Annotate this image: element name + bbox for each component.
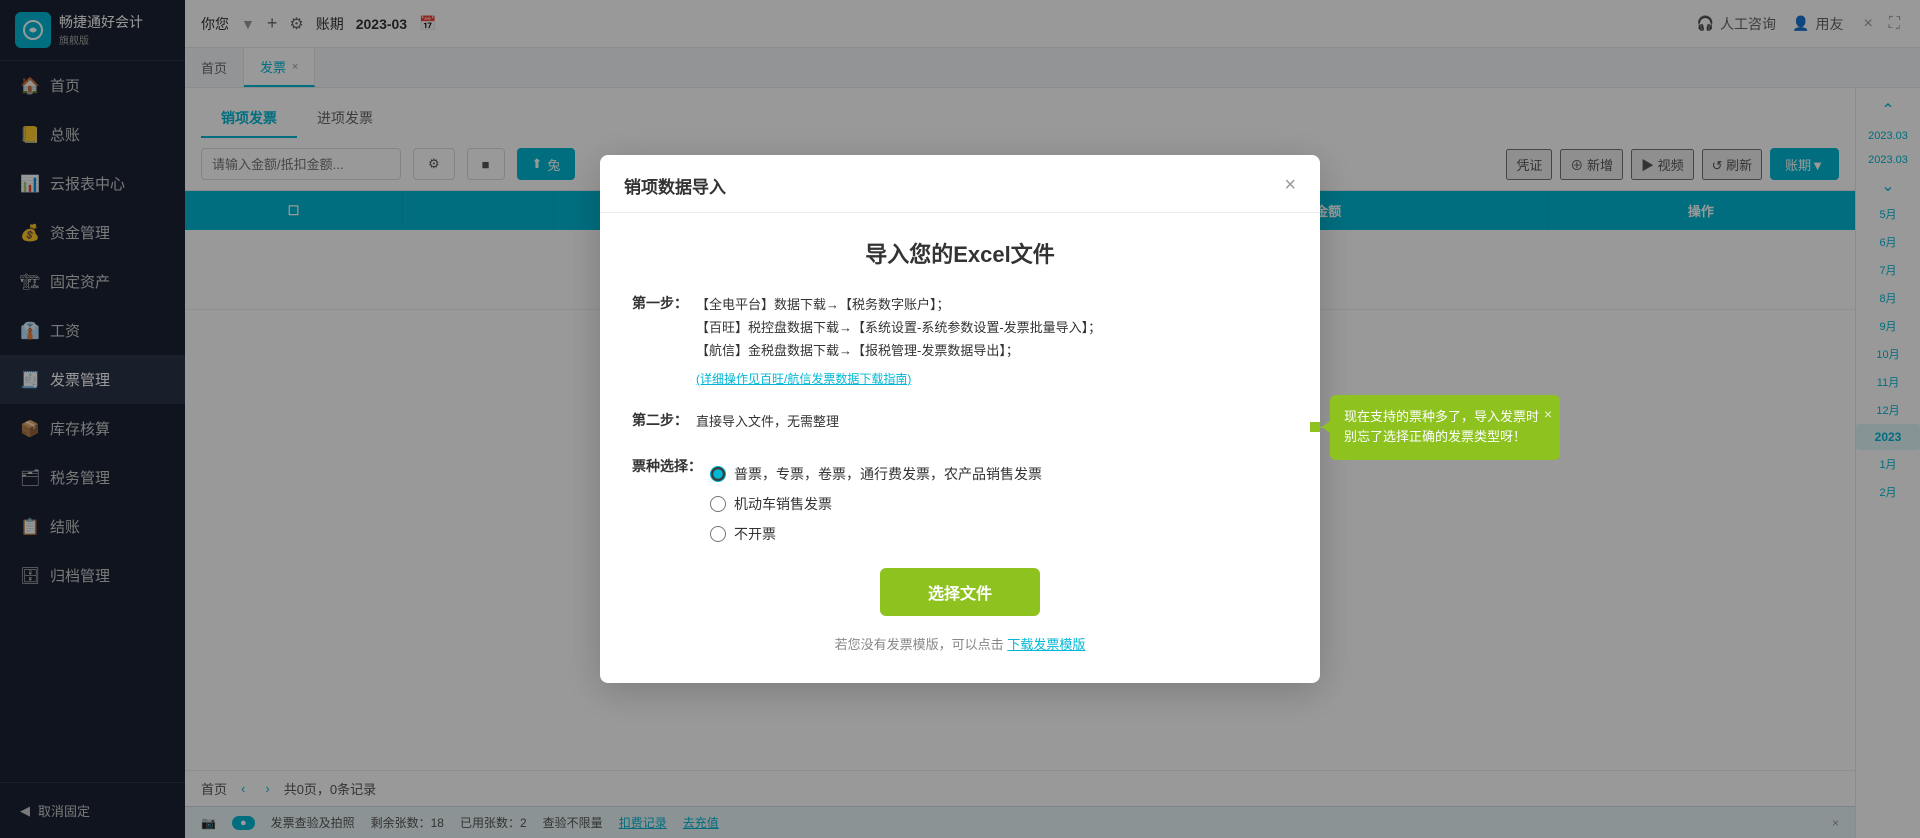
step1-item-2: 【百旺】税控盘数据下载→【系统设置-系统参数设置-发票批量导入】； (696, 316, 1101, 339)
select-file-button[interactable]: 选择文件 (880, 568, 1040, 616)
modal-header: 销项数据导入 × (600, 155, 1320, 213)
step1-label: 第一步： (632, 293, 688, 385)
step2-content: 直接导入文件，无需整理 (696, 410, 839, 436)
modal-close-btn[interactable]: × (1284, 175, 1296, 195)
footer-note-text: 若您没有发票模版，可以点击 (835, 637, 1004, 652)
step2-section: 第二步： 直接导入文件，无需整理 (632, 410, 1288, 436)
ticket-label-1: 普票，专票，卷票，通行费发票，农产品销售发票 (734, 464, 1042, 484)
ticket-option-3[interactable]: 不开票 (710, 524, 1042, 544)
step1-section: 第一步： 【全电平台】数据下载→【税务数字账户】； 【百旺】税控盘数据下载→【系… (632, 293, 1288, 391)
step1-guide-link[interactable]: (详细操作见百旺/航信发票数据下载指南) (696, 372, 911, 386)
step1-item-3: 【航信】金税盘数据下载→【报税管理-发票数据导出】； (696, 339, 1101, 362)
ticket-selection: 票种选择： 普票，专票，卷票，通行费发票，农产品销售发票 机动车销售发票 (632, 456, 1288, 544)
modal-title: 销项数据导入 (624, 173, 726, 198)
tooltip-close-btn[interactable]: × (1544, 403, 1552, 425)
ticket-radio-2[interactable] (710, 496, 726, 512)
ticket-label-3: 不开票 (734, 524, 776, 544)
step1-item-1: 【全电平台】数据下载→【税务数字账户】； (696, 293, 1101, 316)
modal-overlay: 销项数据导入 × 导入您的Excel文件 第一步： 【全电平台】数据下载→【税务… (0, 0, 1920, 838)
ticket-label-2: 机动车销售发票 (734, 494, 832, 514)
tooltip-text: 现在支持的票种多了，导入发票时别忘了选择正确的发票类型呀！ (1344, 409, 1539, 445)
download-template-link[interactable]: 下载发票模版 (1007, 637, 1085, 652)
step1-content: 【全电平台】数据下载→【税务数字账户】； 【百旺】税控盘数据下载→【系统设置-系… (696, 293, 1101, 391)
step2-label: 第二步： (632, 410, 688, 430)
ticket-radio-group: 普票，专票，卷票，通行费发票，农产品销售发票 机动车销售发票 不开票 (710, 464, 1042, 544)
modal-footer: 若您没有发票模版，可以点击 下载发票模版 (632, 634, 1288, 653)
ticket-option-1[interactable]: 普票，专票，卷票，通行费发票，农产品销售发票 (710, 464, 1042, 484)
ticket-label: 票种选择： (632, 456, 702, 476)
tooltip-bubble: × 现在支持的票种多了，导入发票时别忘了选择正确的发票类型呀！ (1330, 395, 1560, 461)
modal-body: 导入您的Excel文件 第一步： 【全电平台】数据下载→【税务数字账户】； 【百… (600, 213, 1320, 684)
ticket-radio-1[interactable] (710, 466, 726, 482)
modal-subtitle: 导入您的Excel文件 (632, 237, 1288, 269)
ticket-option-2[interactable]: 机动车销售发票 (710, 494, 1042, 514)
import-modal: 销项数据导入 × 导入您的Excel文件 第一步： 【全电平台】数据下载→【税务… (600, 155, 1320, 684)
ticket-radio-3[interactable] (710, 526, 726, 542)
